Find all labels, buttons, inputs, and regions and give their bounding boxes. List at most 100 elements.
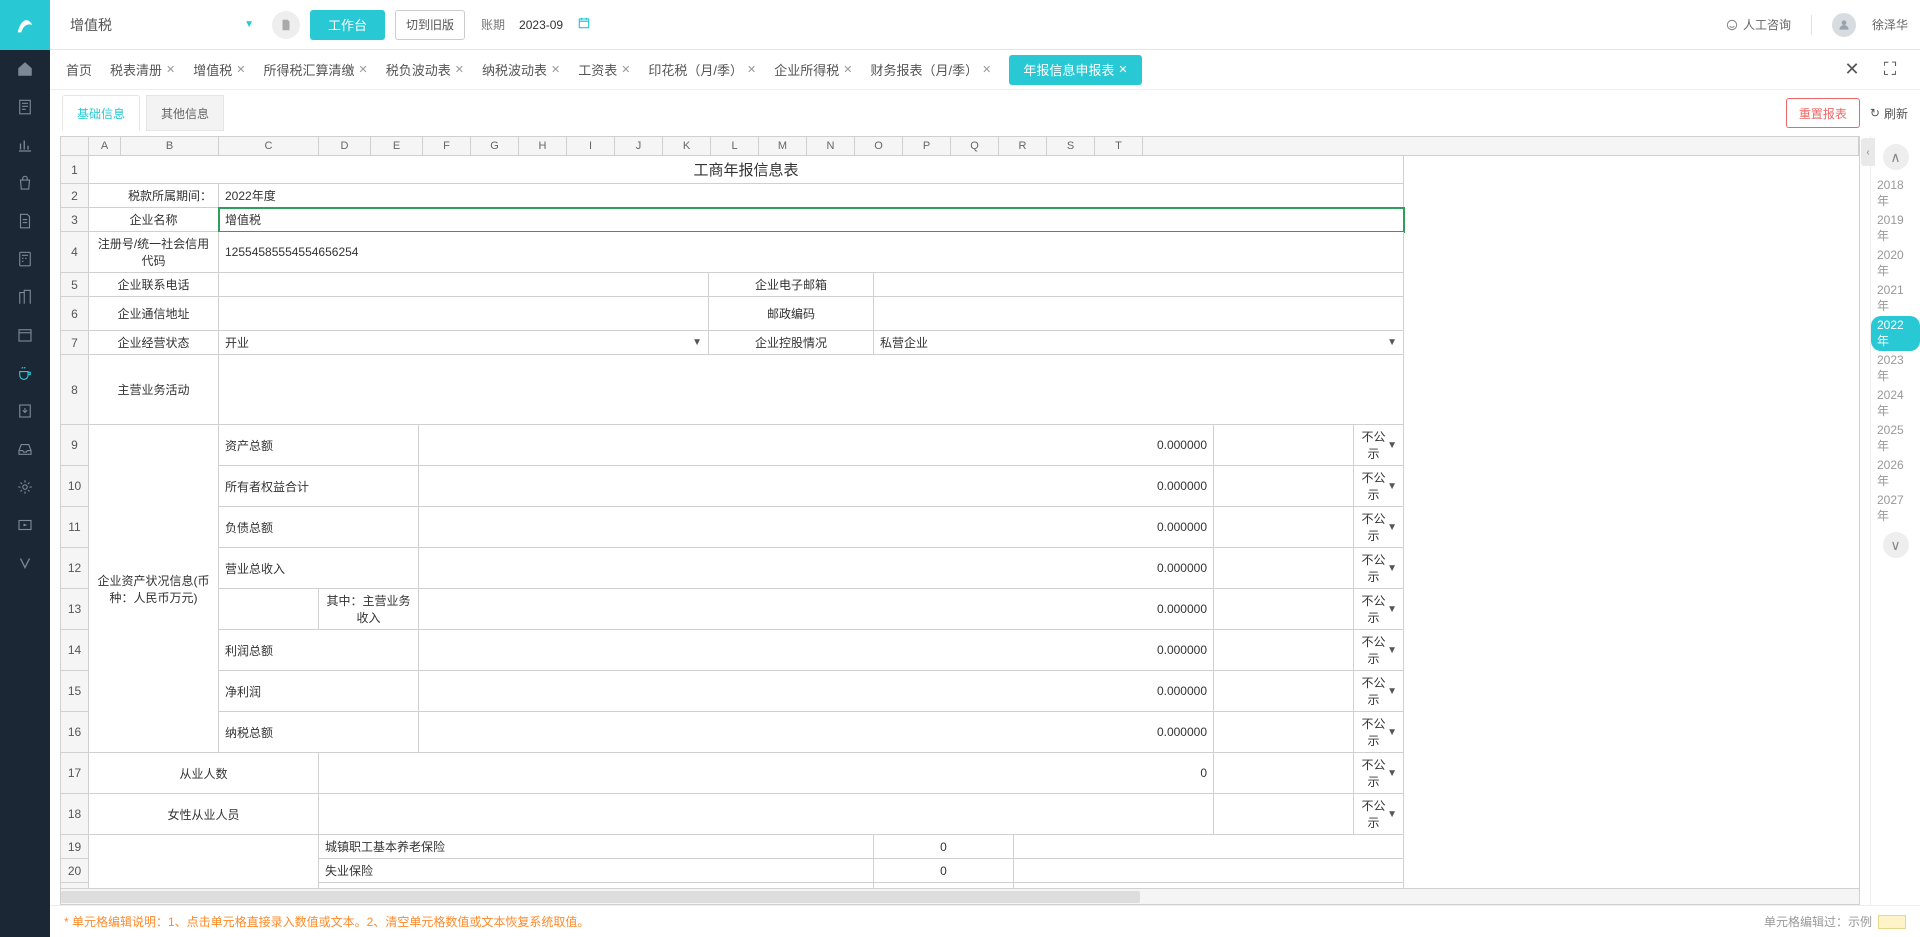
col-header[interactable]: P — [903, 137, 951, 155]
row-number[interactable]: 16 — [61, 712, 89, 753]
row-number[interactable]: 18 — [61, 794, 89, 835]
refresh-button[interactable]: ↻ 刷新 — [1870, 105, 1908, 122]
reset-report-button[interactable]: 重置报表 — [1786, 98, 1860, 128]
corner-cell[interactable] — [61, 137, 89, 155]
tab-close-icon[interactable]: ✕ — [843, 63, 852, 76]
input-address[interactable] — [219, 297, 709, 331]
row-number[interactable]: 1 — [61, 156, 89, 184]
col-header[interactable]: R — [999, 137, 1047, 155]
year-item[interactable]: 2027年 — [1871, 491, 1920, 526]
col-header[interactable]: K — [663, 137, 711, 155]
select-publish[interactable]: 不公示▼ — [1354, 794, 1404, 835]
row-number[interactable]: 10 — [61, 466, 89, 507]
calendar-icon[interactable] — [577, 16, 591, 33]
subtab-other[interactable]: 其他信息 — [146, 95, 224, 131]
year-scroll-down-icon[interactable]: ∨ — [1883, 532, 1909, 558]
row-number[interactable]: 6 — [61, 297, 89, 331]
col-header[interactable]: T — [1095, 137, 1143, 155]
nav-video-icon[interactable] — [0, 506, 50, 544]
main-tab[interactable]: 年报信息申报表✕ — [1009, 55, 1141, 85]
scrollbar-thumb[interactable] — [61, 891, 1140, 903]
tab-close-icon[interactable]: ✕ — [236, 63, 245, 76]
tab-close-icon[interactable]: ✕ — [551, 63, 560, 76]
row-number[interactable]: 2 — [61, 184, 89, 208]
col-header[interactable]: Q — [951, 137, 999, 155]
value-female-emp[interactable] — [319, 794, 1214, 835]
select-publish[interactable]: 不公示▼ — [1354, 630, 1404, 671]
year-item[interactable]: 2020年 — [1871, 246, 1920, 281]
subtab-basic[interactable]: 基础信息 — [62, 95, 140, 131]
user-avatar[interactable] — [1832, 13, 1856, 37]
nav-settings-icon[interactable] — [0, 468, 50, 506]
row-number[interactable]: 7 — [61, 331, 89, 355]
row-number[interactable]: 11 — [61, 507, 89, 548]
row-number[interactable]: 15 — [61, 671, 89, 712]
value-asset[interactable]: 0.000000 — [419, 630, 1214, 671]
tab-close-icon[interactable]: ✕ — [1118, 63, 1127, 76]
nav-v-icon[interactable] — [0, 544, 50, 582]
col-header[interactable]: E — [371, 137, 423, 155]
select-publish[interactable]: 不公示▼ — [1354, 671, 1404, 712]
year-item[interactable]: 2022年 — [1871, 316, 1920, 351]
year-item[interactable]: 2026年 — [1871, 456, 1920, 491]
user-name[interactable]: 徐泽华 — [1872, 16, 1908, 33]
horizontal-scrollbar[interactable] — [60, 889, 1860, 905]
col-header[interactable]: O — [855, 137, 903, 155]
col-header[interactable]: I — [567, 137, 615, 155]
nav-cup-icon[interactable] — [0, 354, 50, 392]
year-scroll-up-icon[interactable]: ∧ — [1883, 144, 1909, 170]
select-publish[interactable]: 不公示▼ — [1354, 753, 1404, 794]
col-header[interactable]: J — [615, 137, 663, 155]
row-number[interactable]: 4 — [61, 232, 89, 273]
main-tab[interactable]: 财务报表（月/季）✕ — [871, 50, 992, 89]
input-phone[interactable] — [219, 273, 709, 297]
row-number[interactable]: 14 — [61, 630, 89, 671]
input-postcode[interactable] — [874, 297, 1404, 331]
main-tab[interactable]: 首页 — [66, 50, 92, 89]
year-item[interactable]: 2019年 — [1871, 211, 1920, 246]
select-publish[interactable]: 不公示▼ — [1354, 466, 1404, 507]
year-item[interactable]: 2018年 — [1871, 176, 1920, 211]
nav-bag-icon[interactable] — [0, 164, 50, 202]
tab-close-icon[interactable]: ✕ — [359, 63, 368, 76]
input-main-biz[interactable] — [219, 355, 1404, 425]
old-version-button[interactable]: 切到旧版 — [395, 10, 465, 40]
select-status[interactable]: 开业▼ — [219, 331, 709, 355]
select-publish[interactable]: 不公示▼ — [1354, 548, 1404, 589]
value-asset[interactable]: 0.000000 — [419, 589, 1214, 630]
main-tab[interactable]: 企业所得税✕ — [774, 50, 852, 89]
tab-close-icon[interactable]: ✕ — [455, 63, 464, 76]
tab-close-icon[interactable]: ✕ — [747, 63, 756, 76]
select-publish[interactable]: 不公示▼ — [1354, 712, 1404, 753]
select-publish[interactable]: 不公示▼ — [1354, 425, 1404, 466]
col-header[interactable]: H — [519, 137, 567, 155]
select-publish[interactable]: 不公示▼ — [1354, 589, 1404, 630]
nav-building-icon[interactable] — [0, 278, 50, 316]
value-employees[interactable]: 0 — [319, 753, 1214, 794]
row-number[interactable]: 17 — [61, 753, 89, 794]
value-asset[interactable]: 0.000000 — [419, 712, 1214, 753]
row-number[interactable]: 8 — [61, 355, 89, 425]
value-asset[interactable]: 0.000000 — [419, 671, 1214, 712]
nav-home-icon[interactable] — [0, 50, 50, 88]
value-asset[interactable]: 0.000000 — [419, 425, 1214, 466]
main-tab[interactable]: 工资表✕ — [578, 50, 630, 89]
main-tab[interactable]: 增值税✕ — [193, 50, 245, 89]
nav-inbox-icon[interactable] — [0, 430, 50, 468]
year-item[interactable]: 2021年 — [1871, 281, 1920, 316]
nav-report-icon[interactable] — [0, 88, 50, 126]
main-tab[interactable]: 税负波动表✕ — [386, 50, 464, 89]
year-item[interactable]: 2023年 — [1871, 351, 1920, 386]
nav-calc-icon[interactable] — [0, 240, 50, 278]
fullscreen-icon[interactable]: ⛶ — [1876, 56, 1904, 84]
select-publish[interactable]: 不公示▼ — [1354, 507, 1404, 548]
year-item[interactable]: 2024年 — [1871, 386, 1920, 421]
value-asset[interactable]: 0.000000 — [419, 507, 1214, 548]
sheet-grid[interactable]: 1工商年报信息表2税款所属期间：2022年度3企业名称增值税4注册号/统一社会信… — [60, 156, 1860, 889]
company-select[interactable]: 增值税 ▼ — [62, 11, 262, 39]
value-reg-code[interactable]: 12554585554554656254 — [219, 232, 1404, 273]
col-header[interactable]: N — [807, 137, 855, 155]
col-header[interactable]: L — [711, 137, 759, 155]
row-number[interactable]: 5 — [61, 273, 89, 297]
row-number[interactable]: 9 — [61, 425, 89, 466]
